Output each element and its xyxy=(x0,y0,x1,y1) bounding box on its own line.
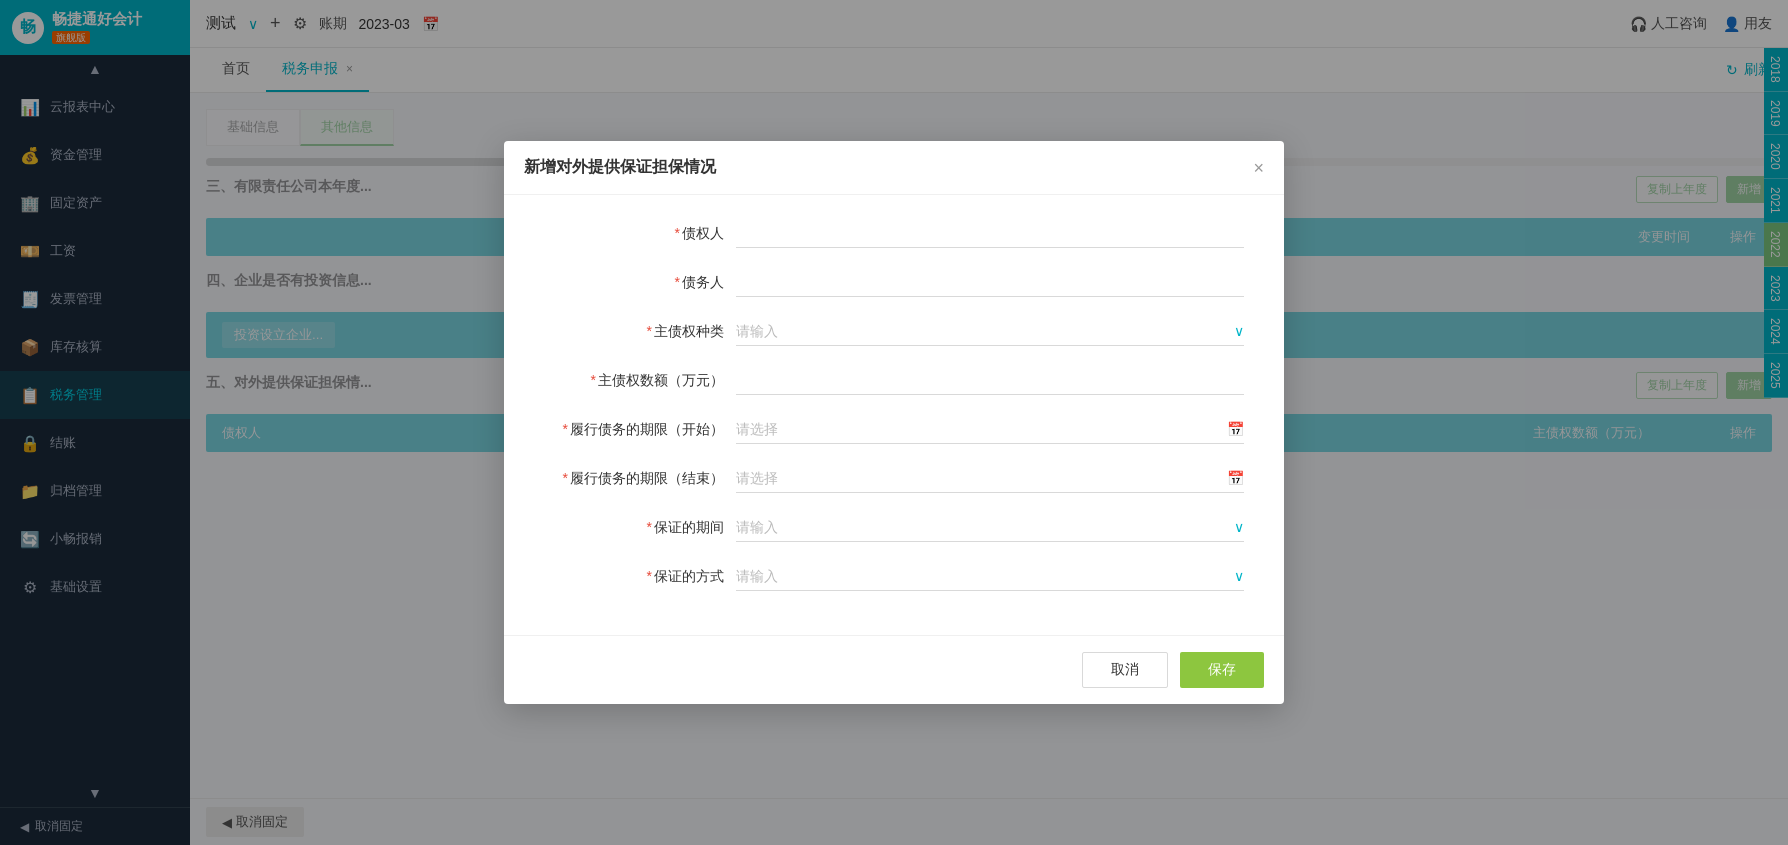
select-wrap-guarantee-method[interactable]: ∨ xyxy=(736,562,1244,591)
save-button[interactable]: 保存 xyxy=(1180,652,1264,688)
label-claim-amount: *主债权数额（万元） xyxy=(544,372,724,390)
modal-footer: 取消 保存 xyxy=(504,635,1284,704)
modal-header: 新增对外提供保证担保情况 × xyxy=(504,141,1284,195)
input-wrap-debtor xyxy=(736,268,1244,297)
select-wrap-claim-type[interactable]: ∨ xyxy=(736,317,1244,346)
input-claim-amount[interactable] xyxy=(736,366,1244,395)
label-guarantee-method: *保证的方式 xyxy=(544,568,724,586)
form-row-claim-type: *主债权种类 ∨ xyxy=(544,317,1244,346)
date-wrap-period-end: 📅 xyxy=(736,464,1244,493)
form-row-claim-amount: *主债权数额（万元） xyxy=(544,366,1244,395)
label-period-end: *履行债务的期限（结束） xyxy=(544,470,724,488)
label-period-start: *履行债务的期限（开始） xyxy=(544,421,724,439)
form-row-guarantee-method: *保证的方式 ∨ xyxy=(544,562,1244,591)
label-guarantee-period: *保证的期间 xyxy=(544,519,724,537)
input-creditor[interactable] xyxy=(736,219,1244,248)
input-period-end[interactable] xyxy=(736,464,1244,492)
label-claim-type: *主债权种类 xyxy=(544,323,724,341)
input-guarantee-method[interactable] xyxy=(736,562,1244,590)
cancel-button[interactable]: 取消 xyxy=(1082,652,1168,688)
input-wrap-claim-amount xyxy=(736,366,1244,395)
form-row-guarantee-period: *保证的期间 ∨ xyxy=(544,513,1244,542)
period-start-calendar-icon[interactable]: 📅 xyxy=(1227,421,1244,437)
modal-overlay: 新增对外提供保证担保情况 × *债权人 *债务人 xyxy=(0,0,1788,845)
form-row-period-start: *履行债务的期限（开始） 📅 xyxy=(544,415,1244,444)
input-claim-type[interactable] xyxy=(736,317,1244,345)
form-row-debtor: *债务人 xyxy=(544,268,1244,297)
label-creditor: *债权人 xyxy=(544,225,724,243)
modal-body: *债权人 *债务人 *主债权种类 xyxy=(504,195,1284,635)
form-row-period-end: *履行债务的期限（结束） 📅 xyxy=(544,464,1244,493)
input-guarantee-period[interactable] xyxy=(736,513,1244,541)
select-wrap-guarantee-period[interactable]: ∨ xyxy=(736,513,1244,542)
input-period-start[interactable] xyxy=(736,415,1244,443)
label-debtor: *债务人 xyxy=(544,274,724,292)
input-debtor[interactable] xyxy=(736,268,1244,297)
input-wrap-creditor xyxy=(736,219,1244,248)
date-wrap-period-start: 📅 xyxy=(736,415,1244,444)
form-row-creditor: *债权人 xyxy=(544,219,1244,248)
period-end-calendar-icon[interactable]: 📅 xyxy=(1227,470,1244,486)
modal-dialog: 新增对外提供保证担保情况 × *债权人 *债务人 xyxy=(504,141,1284,704)
modal-title: 新增对外提供保证担保情况 xyxy=(524,157,716,178)
modal-close-button[interactable]: × xyxy=(1253,159,1264,177)
